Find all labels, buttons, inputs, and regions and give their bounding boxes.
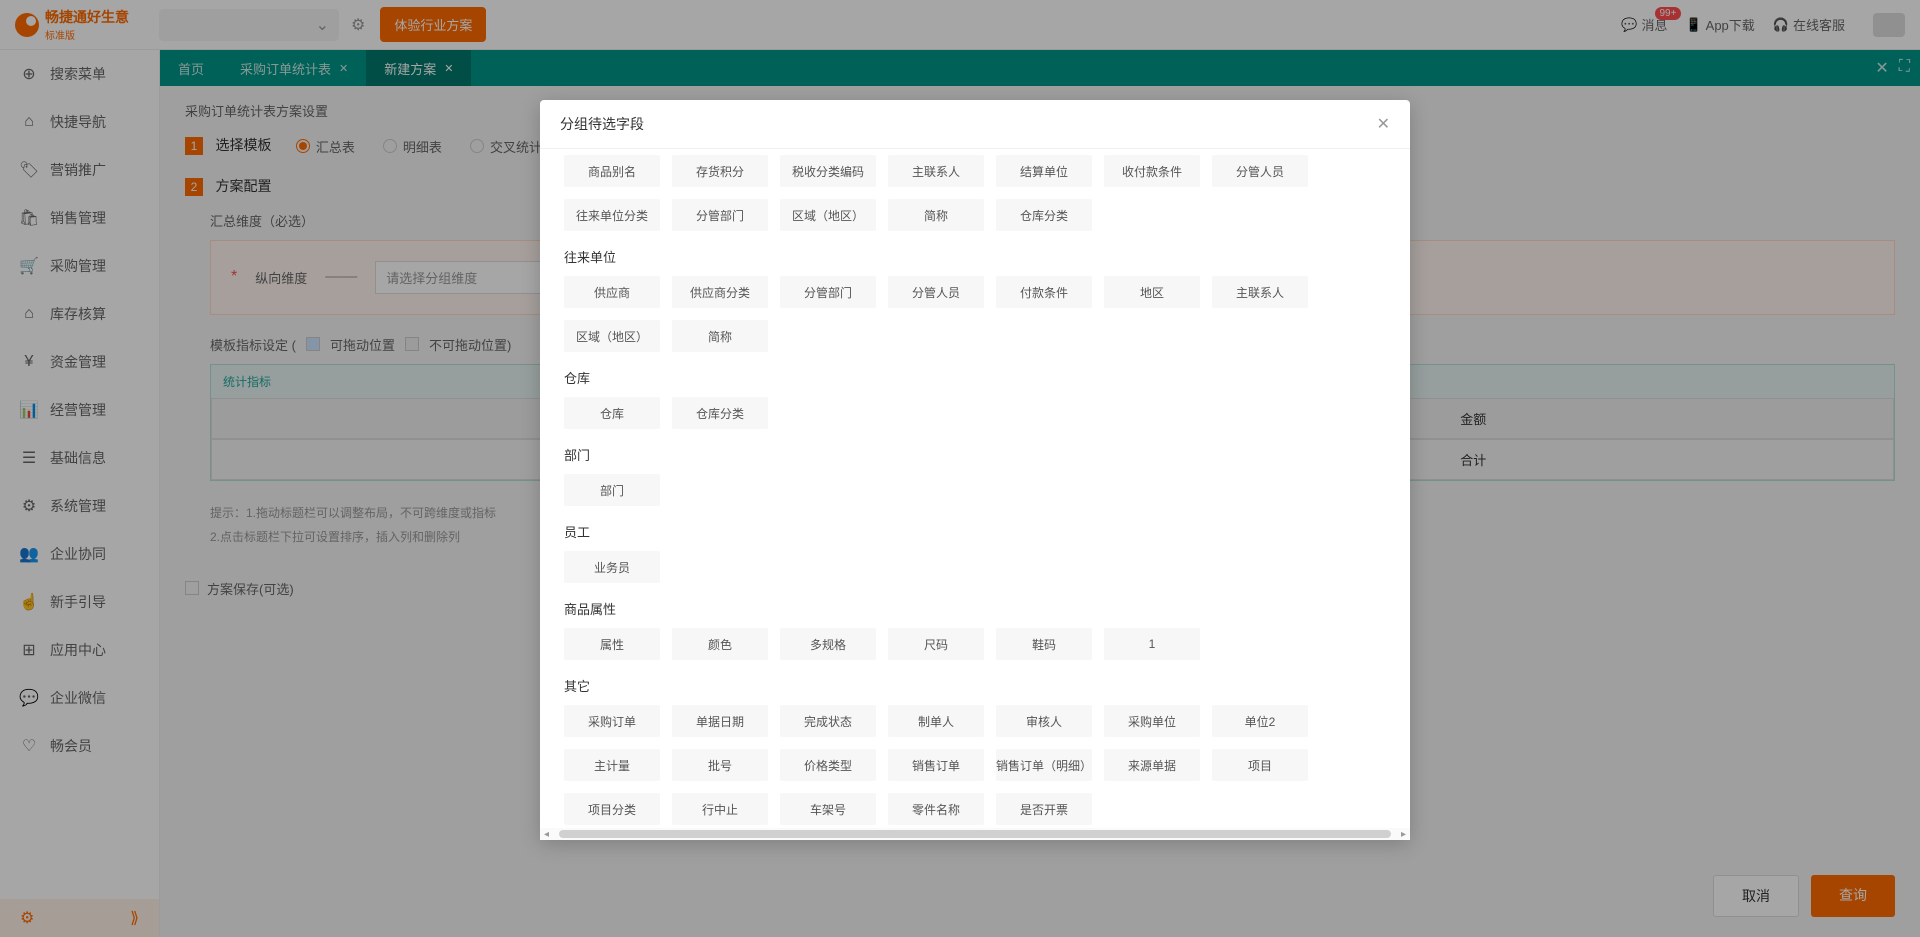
field-chip[interactable]: 属性 [564,628,660,660]
field-chip[interactable]: 来源单据 [1104,749,1200,781]
field-chip[interactable]: 颜色 [672,628,768,660]
field-chip[interactable]: 1 [1104,628,1200,660]
field-chip[interactable]: 仓库分类 [672,397,768,429]
field-chip[interactable]: 分管人员 [1212,155,1308,187]
field-group-title: 商品属性 [564,599,1386,618]
field-chip[interactable]: 分管人员 [888,276,984,308]
field-chip[interactable]: 采购订单 [564,705,660,737]
field-chip[interactable]: 结算单位 [996,155,1092,187]
field-chip[interactable]: 业务员 [564,551,660,583]
modal-title: 分组待选字段 [560,114,644,134]
field-group-title: 仓库 [564,368,1386,387]
field-chip-row: 属性颜色多规格尺码鞋码 1 [564,628,1386,660]
field-chip[interactable]: 部门 [564,474,660,506]
field-chip[interactable]: 多规格 [780,628,876,660]
field-chip[interactable]: 鞋码 [996,628,1092,660]
field-chip-row: 采购订单单据日期完成状态制单人审核人采购单位单位2 主计量批号价格类型销售订单销售… [564,705,1386,825]
field-chip[interactable]: 是否开票 [996,793,1092,825]
field-chip[interactable]: 销售订单（明细） [996,749,1092,781]
field-chip[interactable]: 主计量 [564,749,660,781]
field-chip[interactable]: 项目分类 [564,793,660,825]
field-chip[interactable]: 销售订单 [888,749,984,781]
field-chip[interactable]: 车架号 [780,793,876,825]
field-chip[interactable]: 制单人 [888,705,984,737]
field-chip[interactable]: 税收分类编码 [780,155,876,187]
field-chip[interactable]: 尺码 [888,628,984,660]
field-chip[interactable]: 商品别名 [564,155,660,187]
field-group-title: 员工 [564,522,1386,541]
field-chip-row: 商品别名存货积分税收分类编码主联系人结算单位收付款条件分管人员往来单位分类分管部… [564,155,1386,231]
field-chip-row: 仓库仓库分类 [564,397,1386,429]
field-chip[interactable]: 零件名称 [888,793,984,825]
modal-body: 商品别名存货积分税收分类编码主联系人结算单位收付款条件分管人员往来单位分类分管部… [540,149,1410,828]
modal-horizontal-scrollbar[interactable]: ◂ ▸ [540,828,1410,840]
field-chip[interactable]: 主联系人 [888,155,984,187]
field-chip[interactable]: 供应商分类 [672,276,768,308]
field-chip[interactable]: 区域（地区） [564,320,660,352]
field-chip[interactable]: 存货积分 [672,155,768,187]
scroll-right-arrow-icon: ▸ [1401,829,1406,840]
field-group-title: 部门 [564,445,1386,464]
field-chip[interactable]: 价格类型 [780,749,876,781]
field-chip[interactable]: 地区 [1104,276,1200,308]
field-chip-row: 业务员 [564,551,1386,583]
field-chip[interactable]: 主联系人 [1212,276,1308,308]
field-chip[interactable]: 往来单位分类 [564,199,660,231]
field-chip[interactable]: 简称 [888,199,984,231]
close-icon[interactable]: ✕ [1377,114,1390,134]
field-chip[interactable]: 简称 [672,320,768,352]
field-chip[interactable]: 采购单位 [1104,705,1200,737]
field-chip[interactable]: 行中止 [672,793,768,825]
field-chip-row: 供应商供应商分类分管部门分管人员付款条件地区主联系人区域（地区） 简称 [564,276,1386,352]
field-chip[interactable]: 完成状态 [780,705,876,737]
field-chip[interactable]: 供应商 [564,276,660,308]
field-chip[interactable]: 项目 [1212,749,1308,781]
field-chip[interactable]: 单位2 [1212,705,1308,737]
field-chip[interactable]: 单据日期 [672,705,768,737]
field-chip[interactable]: 批号 [672,749,768,781]
field-chip-row: 部门 [564,474,1386,506]
field-chip[interactable]: 分管部门 [672,199,768,231]
field-chip[interactable]: 审核人 [996,705,1092,737]
field-chip[interactable]: 付款条件 [996,276,1092,308]
field-chip[interactable]: 分管部门 [780,276,876,308]
field-chip[interactable]: 仓库分类 [996,199,1092,231]
scroll-thumb [559,830,1391,838]
field-select-modal: 分组待选字段 ✕ 商品别名存货积分税收分类编码主联系人结算单位收付款条件分管人员… [540,100,1410,840]
scroll-left-arrow-icon: ◂ [544,829,549,840]
field-chip[interactable]: 收付款条件 [1104,155,1200,187]
field-chip[interactable]: 区域（地区） [780,199,876,231]
field-group-title: 其它 [564,676,1386,695]
field-chip[interactable]: 仓库 [564,397,660,429]
field-group-title: 往来单位 [564,247,1386,266]
